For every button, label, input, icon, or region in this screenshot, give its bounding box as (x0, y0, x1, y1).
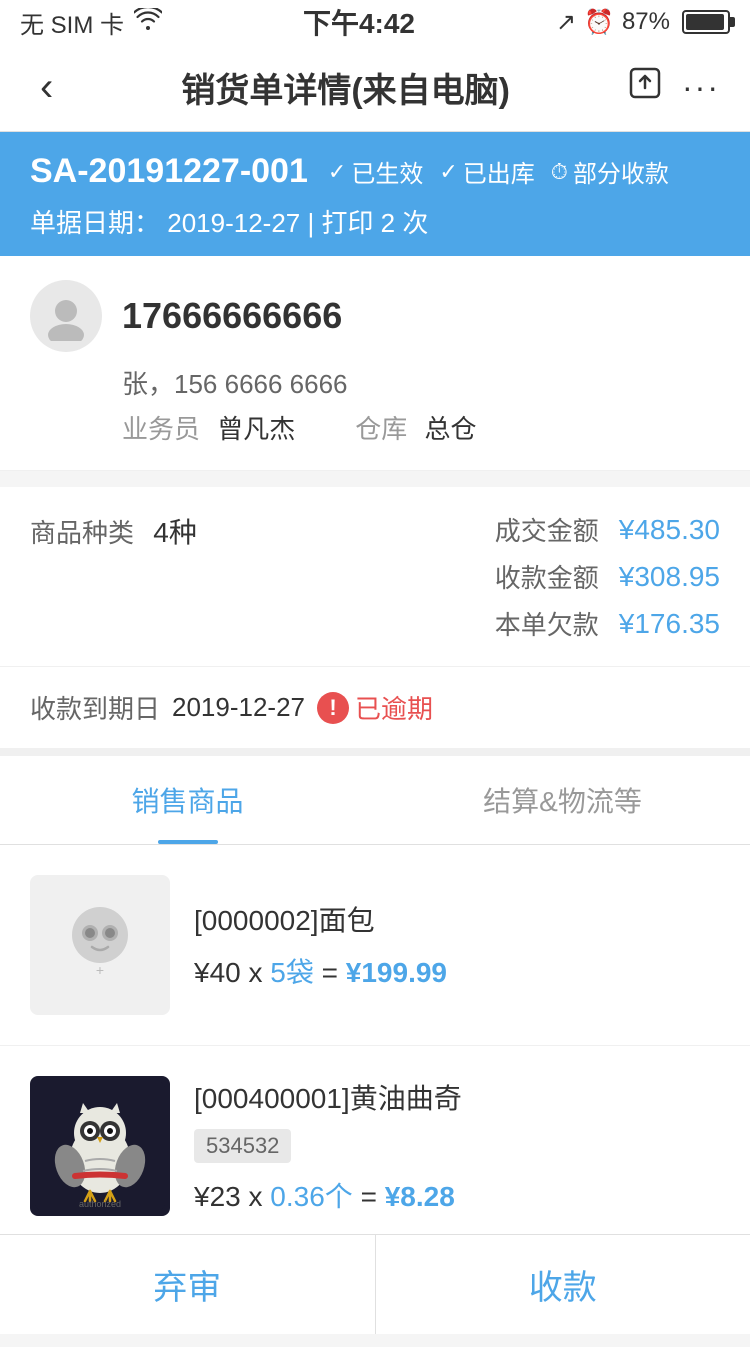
tab-sales-items[interactable]: 销售商品 (0, 756, 375, 844)
print-info: | 打印 2 次 (307, 208, 428, 238)
owed-value: ¥176.35 (619, 608, 720, 640)
amounts-section: 商品种类 4种 成交金额 ¥485.30 收款金额 ¥308.95 本单欠款 ¥… (0, 487, 750, 667)
salesperson-label: 业务员 (122, 414, 200, 444)
product-unit-price-2: ¥23 (194, 1181, 241, 1212)
customer-avatar (30, 280, 102, 352)
product-info-1: [0000002]面包 ¥40 x 5袋 = ¥199.99 (194, 875, 720, 1015)
received-amount-row: 收款金额 ¥308.95 (495, 558, 720, 595)
due-date-section: 收款到期日 2019-12-27 ! 已逾期 (0, 667, 750, 756)
page-title: 销货单详情(来自电脑) (181, 63, 510, 112)
alarm-icon: ⏰ (584, 8, 614, 37)
product-item-1: + [0000002]面包 ¥40 x 5袋 = ¥199.99 (0, 845, 750, 1046)
product-price-1: ¥40 x 5袋 = ¥199.99 (194, 951, 720, 991)
deal-amount-value: ¥485.30 (619, 514, 720, 546)
banner-row1: SA-20191227-001 ✓ 已生效 ✓ 已出库 ⏱ 部分收款 (30, 152, 720, 191)
customer-meta: 业务员 曾凡杰 仓库 总仓 (122, 409, 720, 446)
cancel-label: 弃审 (153, 1260, 221, 1309)
overdue-icon: ! (317, 692, 349, 724)
badge-partial-payment: ⏱ 部分收款 (551, 154, 669, 189)
bottom-bar: 弃审 收款 (0, 1234, 750, 1334)
badge-effective: ✓ 已生效 (328, 154, 423, 189)
order-date: 2019-12-27 (167, 208, 300, 238)
product-info-2: [000400001]黄油曲奇 534532 ¥23 x 0.36个 = ¥8.… (194, 1076, 720, 1216)
svg-text:+: + (96, 962, 104, 978)
product-tag-2: 534532 (194, 1129, 291, 1163)
collect-payment-button[interactable]: 收款 (376, 1235, 750, 1334)
warehouse-info: 仓库 总仓 (355, 409, 476, 446)
amounts-right: 成交金额 ¥485.30 收款金额 ¥308.95 本单欠款 ¥176.35 (495, 511, 720, 642)
category-info: 商品种类 4种 (30, 511, 197, 551)
customer-phone: 17666666666 (122, 295, 342, 337)
product-total-2: ¥8.28 (385, 1181, 455, 1212)
order-id: SA-20191227-001 (30, 152, 308, 191)
warehouse-value: 总仓 (425, 414, 477, 444)
received-label: 收款金额 (495, 558, 599, 595)
tab-active-indicator (158, 840, 218, 844)
salesperson-value: 曾凡杰 (217, 414, 295, 444)
due-date-label: 收款到期日 (30, 689, 160, 726)
warehouse-label: 仓库 (355, 414, 407, 444)
nav-right-actions: ··· (628, 66, 720, 109)
tab-settlement[interactable]: 结算&物流等 (375, 756, 750, 844)
received-value: ¥308.95 (619, 561, 720, 593)
confirm-label: 收款 (529, 1260, 597, 1309)
customer-section: 17666666666 张，156 6666 6666 业务员 曾凡杰 仓库 总… (0, 256, 750, 471)
amounts-grid: 商品种类 4种 成交金额 ¥485.30 收款金额 ¥308.95 本单欠款 ¥… (30, 511, 720, 642)
status-bar-time: 下午4:42 (303, 2, 415, 42)
nav-bar: ‹ 销货单详情(来自电脑) ··· (0, 44, 750, 132)
product-qty-1: 5袋 (270, 957, 314, 988)
product-name-1: [0000002]面包 (194, 899, 720, 939)
status-bar-left: 无 SIM 卡 (20, 5, 162, 40)
battery-icon (682, 10, 730, 34)
status-bar: 无 SIM 卡 下午4:42 ↗ ⏰ 87% (0, 0, 750, 44)
more-button[interactable]: ··· (682, 69, 720, 106)
salesperson-info: 业务员 曾凡杰 (122, 409, 295, 446)
product-image-1: + (30, 875, 170, 1015)
product-total-1: ¥199.99 (346, 957, 447, 988)
product-unit-price-1: ¥40 (194, 957, 241, 988)
product-item-2: authorized [000400001]黄油曲奇 534532 ¥23 x … (0, 1046, 750, 1247)
carrier-text: 无 SIM 卡 (20, 5, 124, 40)
banner-date-row: 单据日期： 2019-12-27 | 打印 2 次 (30, 203, 720, 240)
product-price-2: ¥23 x 0.36个 = ¥8.28 (194, 1175, 720, 1215)
battery-percent: 87% (622, 8, 670, 36)
tab-sales-label: 销售商品 (131, 780, 243, 820)
location-icon: ↗ (556, 8, 576, 37)
wifi-icon (134, 8, 162, 36)
overdue-badge: ! 已逾期 (317, 689, 433, 726)
cancel-review-button[interactable]: 弃审 (0, 1235, 376, 1334)
order-badges: ✓ 已生效 ✓ 已出库 ⏱ 部分收款 (328, 154, 669, 189)
clock-icon: ⏱ (551, 159, 568, 185)
product-qty-2: 0.36个 (270, 1181, 353, 1212)
check-icon-1: ✓ (328, 159, 346, 185)
customer-row: 17666666666 (30, 280, 720, 352)
tabs-section: 销售商品 结算&物流等 (0, 756, 750, 845)
product-list: + [0000002]面包 ¥40 x 5袋 = ¥199.99 (0, 845, 750, 1247)
overdue-text: 已逾期 (355, 689, 433, 726)
customer-name-phone: 张，156 6666 6666 (122, 364, 720, 401)
badge-shipped: ✓ 已出库 (439, 154, 534, 189)
date-label: 单据日期： (30, 208, 160, 238)
product-image-2: authorized (30, 1076, 170, 1216)
owed-label: 本单欠款 (495, 605, 599, 642)
product-name-2: [000400001]黄油曲奇 (194, 1077, 720, 1117)
deal-amount-row: 成交金额 ¥485.30 (495, 511, 720, 548)
back-button[interactable]: ‹ (30, 55, 63, 120)
due-date-value: 2019-12-27 (172, 692, 305, 723)
share-button[interactable] (628, 66, 662, 109)
order-header-banner: SA-20191227-001 ✓ 已生效 ✓ 已出库 ⏱ 部分收款 单据日期：… (0, 132, 750, 256)
category-value: 4种 (153, 517, 197, 548)
check-icon-2: ✓ (439, 159, 457, 185)
category-label: 商品种类 (30, 518, 134, 548)
deal-amount-label: 成交金额 (495, 511, 599, 548)
status-bar-right: ↗ ⏰ 87% (556, 8, 730, 37)
owed-amount-row: 本单欠款 ¥176.35 (495, 605, 720, 642)
tab-settlement-label: 结算&物流等 (483, 780, 642, 820)
svg-text:authorized: authorized (79, 1199, 121, 1209)
